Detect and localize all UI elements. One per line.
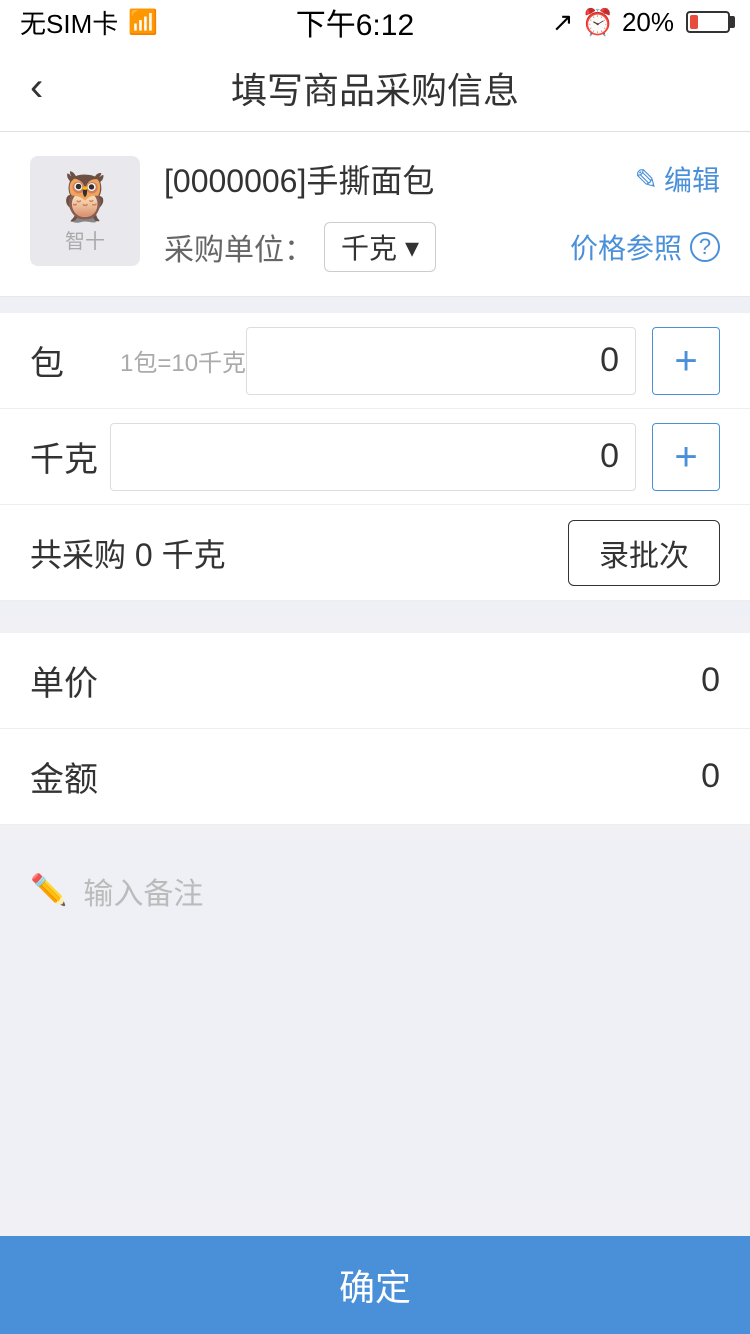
unit-price-row: 单价 0 bbox=[0, 633, 750, 729]
product-name-row: [0000006]手撕面包 ✎ 编辑 bbox=[164, 156, 720, 202]
help-icon: ? bbox=[690, 232, 720, 262]
section-divider-1 bbox=[0, 297, 750, 313]
status-right: ↗ ⏰ 20% bbox=[552, 7, 730, 38]
unit-price-label: 单价 bbox=[30, 656, 98, 705]
battery-text: 20% bbox=[622, 7, 674, 38]
status-left: 无SIM卡 📶 bbox=[20, 4, 158, 41]
battery-fill bbox=[690, 15, 698, 29]
product-card: 🦉 智十 [0000006]手撕面包 ✎ 编辑 采购单位： 千克 ▾ 价格参照 … bbox=[0, 132, 750, 297]
unit-label: 采购单位： bbox=[164, 225, 314, 269]
notes-section[interactable]: ✏️ 输入备注 bbox=[0, 841, 750, 1201]
product-full-name: [0000006]手撕面包 bbox=[164, 156, 434, 202]
total-row: 共采购 0 千克 录批次 bbox=[0, 505, 750, 601]
price-ref-button[interactable]: 价格参照 ? bbox=[570, 227, 720, 267]
battery-icon bbox=[686, 11, 730, 33]
pencil-icon: ✏️ bbox=[30, 873, 67, 908]
product-unit-row: 采购单位： 千克 ▾ 价格参照 ? bbox=[164, 222, 720, 272]
edit-icon: ✎ bbox=[635, 163, 658, 196]
package-input-row: 包 1包=10千克 0 + bbox=[0, 313, 750, 409]
record-batch-label: 录批次 bbox=[599, 540, 689, 573]
record-batch-button[interactable]: 录批次 bbox=[568, 520, 720, 586]
status-time: 下午6:12 bbox=[296, 0, 414, 44]
nav-bar: ‹ 填写商品采购信息 bbox=[0, 44, 750, 132]
page-title: 填写商品采购信息 bbox=[231, 62, 519, 114]
amount-label: 金额 bbox=[30, 752, 98, 801]
kg-field-wrapper: 0 + bbox=[110, 423, 720, 491]
confirm-button[interactable]: 确定 bbox=[0, 1236, 750, 1334]
kg-plus-button[interactable]: + bbox=[652, 423, 720, 491]
price-section: 单价 0 金额 0 bbox=[0, 633, 750, 825]
confirm-label: 确定 bbox=[339, 1259, 411, 1311]
price-ref-label: 价格参照 bbox=[570, 227, 682, 267]
kg-input-row: 千克 0 + bbox=[0, 409, 750, 505]
alarm-icon: ⏰ bbox=[582, 7, 614, 38]
location-icon: ↗ bbox=[552, 7, 574, 38]
kg-label: 千克 bbox=[30, 432, 110, 481]
wifi-icon: 📶 bbox=[128, 8, 158, 37]
section-divider-2 bbox=[0, 601, 750, 617]
package-sub-label: 1包=10千克 bbox=[120, 343, 246, 378]
product-owl-icon: 🦉 bbox=[55, 168, 115, 225]
unit-price-value: 0 bbox=[701, 661, 720, 700]
unit-select[interactable]: 千克 ▾ bbox=[324, 222, 436, 272]
package-plus-icon: + bbox=[674, 341, 697, 381]
package-field-wrapper: 0 + bbox=[246, 327, 720, 395]
kg-plus-icon: + bbox=[674, 437, 697, 477]
amount-row: 金额 0 bbox=[0, 729, 750, 825]
package-input[interactable]: 0 bbox=[246, 327, 636, 395]
product-brand: 智十 bbox=[65, 225, 105, 254]
product-thumbnail: 🦉 智十 bbox=[30, 156, 140, 266]
package-plus-button[interactable]: + bbox=[652, 327, 720, 395]
product-info: [0000006]手撕面包 ✎ 编辑 采购单位： 千克 ▾ 价格参照 ? bbox=[164, 156, 720, 272]
dropdown-arrow-icon: ▾ bbox=[405, 231, 419, 264]
edit-label: 编辑 bbox=[664, 159, 720, 199]
amount-value: 0 bbox=[701, 757, 720, 796]
package-value: 0 bbox=[600, 341, 619, 380]
unit-value: 千克 bbox=[341, 227, 397, 267]
kg-value: 0 bbox=[600, 437, 619, 476]
total-label: 共采购 0 千克 bbox=[30, 530, 226, 576]
package-label: 包 bbox=[30, 336, 110, 385]
carrier-text: 无SIM卡 bbox=[20, 4, 118, 41]
kg-input[interactable]: 0 bbox=[110, 423, 636, 491]
quantity-section: 包 1包=10千克 0 + 千克 0 + 共采购 0 千克 录批次 bbox=[0, 313, 750, 601]
notes-placeholder: 输入备注 bbox=[83, 869, 203, 913]
status-bar: 无SIM卡 📶 下午6:12 ↗ ⏰ 20% bbox=[0, 0, 750, 44]
back-button[interactable]: ‹ bbox=[30, 65, 43, 110]
edit-button[interactable]: ✎ 编辑 bbox=[635, 159, 720, 199]
